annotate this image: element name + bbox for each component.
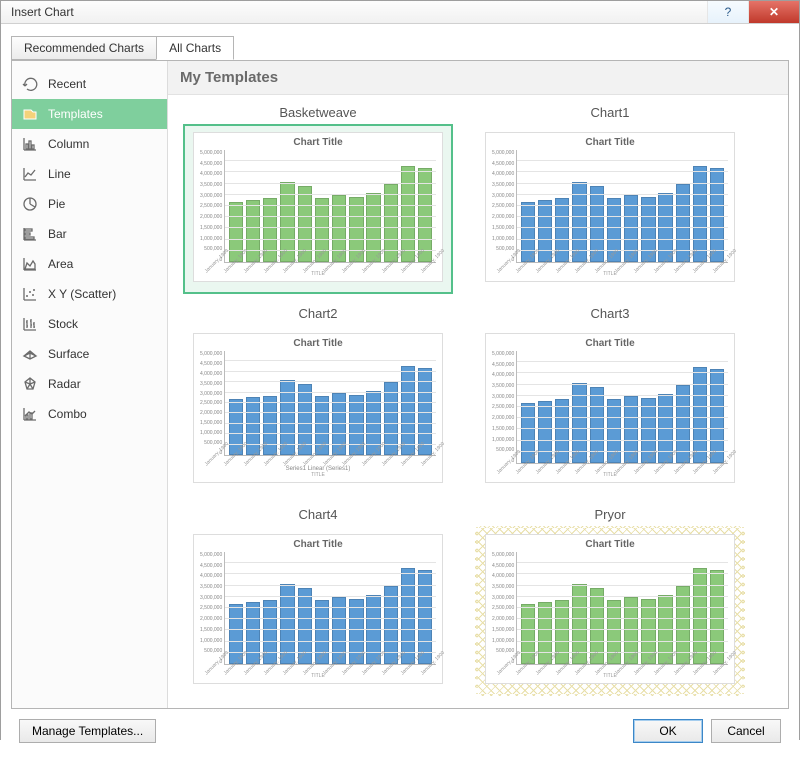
template-name: Chart4: [298, 507, 337, 522]
y-axis-ticks: 5,000,0004,500,0004,000,0003,500,0003,00…: [492, 351, 516, 464]
help-button[interactable]: ?: [707, 1, 748, 23]
template-chart3[interactable]: Chart3 Chart Title 5,000,0004,500,0004,000…: [470, 306, 750, 495]
templates-grid: Basketweave Chart Title 5,000,0004,500,000…: [172, 101, 784, 704]
template-name: Chart2: [298, 306, 337, 321]
line-icon: [22, 166, 38, 182]
sidebar-item-column[interactable]: Column: [12, 129, 167, 159]
chart-title: Chart Title: [200, 137, 436, 148]
close-icon: ✕: [769, 5, 779, 19]
y-axis-ticks: 5,000,0004,500,0004,000,0003,500,0003,00…: [200, 552, 224, 665]
bar-icon: [22, 226, 38, 242]
pie-icon: [22, 196, 38, 212]
window-title: Insert Chart: [11, 5, 74, 19]
sidebar-item-x-y-scatter-[interactable]: X Y (Scatter): [12, 279, 167, 309]
sidebar-item-area[interactable]: Area: [12, 249, 167, 279]
stock-icon: [22, 316, 38, 332]
template-thumbnail: Chart Title 5,000,0004,500,0004,000,0003,…: [475, 124, 745, 294]
x-axis-categories: January, 1900January, 1900January, 1900J…: [200, 458, 436, 464]
template-basketweave[interactable]: Basketweave Chart Title 5,000,0004,500,000…: [178, 105, 458, 294]
surface-icon: [22, 346, 38, 362]
chart-plot: [224, 150, 436, 263]
sidebar-item-line[interactable]: Line: [12, 159, 167, 189]
tab-strip: Recommended Charts All Charts: [11, 34, 789, 61]
template-name: Chart3: [590, 306, 629, 321]
dialog-footer: Manage Templates... OK Cancel: [11, 709, 789, 753]
manage-templates-button[interactable]: Manage Templates...: [19, 719, 156, 743]
main-panel: My Templates Basketweave Chart Title 5,000…: [168, 61, 788, 708]
sidebar-item-label: Pie: [48, 197, 65, 211]
column-icon: [22, 136, 38, 152]
tab-all-charts[interactable]: All Charts: [156, 36, 234, 60]
sidebar-item-combo[interactable]: Combo: [12, 399, 167, 429]
insert-chart-dialog: Insert Chart ? ✕ Recommended Charts All …: [0, 0, 800, 740]
template-name: Pryor: [594, 507, 625, 522]
template-thumbnail: Chart Title 5,000,0004,500,0004,000,0003,…: [183, 124, 453, 294]
sidebar-item-label: Bar: [48, 227, 67, 241]
sidebar-item-label: Line: [48, 167, 71, 181]
chart-plot: [516, 351, 728, 464]
template-thumbnail: Chart Title 5,000,0004,500,0004,000,0003,…: [475, 526, 745, 696]
sidebar-item-stock[interactable]: Stock: [12, 309, 167, 339]
chart-plot: [224, 552, 436, 665]
template-name: Basketweave: [279, 105, 356, 120]
y-axis-ticks: 5,000,0004,500,0004,000,0003,500,0003,00…: [200, 150, 224, 263]
chart-title: Chart Title: [200, 338, 436, 349]
chart-title: Chart Title: [492, 338, 728, 349]
template-name: Chart1: [590, 105, 629, 120]
cancel-button[interactable]: Cancel: [711, 719, 781, 743]
template-thumbnail: Chart Title 5,000,0004,500,0004,000,0003,…: [475, 325, 745, 495]
chart-plot: [516, 150, 728, 263]
ok-button[interactable]: OK: [633, 719, 703, 743]
sidebar-item-label: Surface: [48, 347, 89, 361]
title-bar: Insert Chart ? ✕: [1, 1, 799, 24]
template-thumbnail: Chart Title 5,000,0004,500,0004,000,0003,…: [183, 325, 453, 495]
chart-type-sidebar: Recent Templates Column Line Pie Bar Area X Y (…: [12, 61, 168, 708]
template-pryor[interactable]: Pryor Chart Title 5,000,0004,500,0004,000,…: [470, 507, 750, 696]
sidebar-item-label: Stock: [48, 317, 78, 331]
recent-icon: [22, 76, 38, 92]
chart-title: Chart Title: [492, 137, 728, 148]
scatter-icon: [22, 286, 38, 302]
section-heading: My Templates: [168, 61, 788, 95]
sidebar-item-label: Recent: [48, 77, 86, 91]
chart-plot: [516, 552, 728, 665]
sidebar-item-radar[interactable]: Radar: [12, 369, 167, 399]
template-chart4[interactable]: Chart4 Chart Title 5,000,0004,500,0004,000…: [178, 507, 458, 696]
templates-scroll[interactable]: Basketweave Chart Title 5,000,0004,500,000…: [168, 95, 788, 708]
chart-title: Chart Title: [492, 539, 728, 550]
combo-icon: [22, 406, 38, 422]
radar-icon: [22, 376, 38, 392]
chart-title: Chart Title: [200, 539, 436, 550]
x-axis-caption: TITLE: [200, 472, 436, 478]
sidebar-item-label: Area: [48, 257, 73, 271]
sidebar-item-bar[interactable]: Bar: [12, 219, 167, 249]
sidebar-item-label: Radar: [48, 377, 81, 391]
area-icon: [22, 256, 38, 272]
y-axis-ticks: 5,000,0004,500,0004,000,0003,500,0003,00…: [492, 150, 516, 263]
sidebar-item-label: Templates: [48, 107, 103, 121]
chart-plot: [224, 351, 436, 456]
sidebar-item-label: Column: [48, 137, 89, 151]
sidebar-item-label: X Y (Scatter): [48, 287, 116, 301]
dialog-body: Recommended Charts All Charts Recent Temp…: [1, 24, 799, 761]
template-chart1[interactable]: Chart1 Chart Title 5,000,0004,500,0004,000…: [470, 105, 750, 294]
tab-recommended[interactable]: Recommended Charts: [11, 36, 157, 60]
sidebar-item-templates[interactable]: Templates: [12, 99, 167, 129]
sidebar-item-pie[interactable]: Pie: [12, 189, 167, 219]
template-thumbnail: Chart Title 5,000,0004,500,0004,000,0003,…: [183, 526, 453, 696]
content-split: Recent Templates Column Line Pie Bar Area X Y (…: [11, 61, 789, 709]
sidebar-item-surface[interactable]: Surface: [12, 339, 167, 369]
close-button[interactable]: ✕: [748, 1, 799, 23]
y-axis-ticks: 5,000,0004,500,0004,000,0003,500,0003,00…: [200, 351, 224, 456]
y-axis-ticks: 5,000,0004,500,0004,000,0003,500,0003,00…: [492, 552, 516, 665]
templates-icon: [22, 106, 38, 122]
sidebar-item-label: Combo: [48, 407, 87, 421]
sidebar-item-recent[interactable]: Recent: [12, 69, 167, 99]
template-chart2[interactable]: Chart2 Chart Title 5,000,0004,500,0004,000…: [178, 306, 458, 495]
